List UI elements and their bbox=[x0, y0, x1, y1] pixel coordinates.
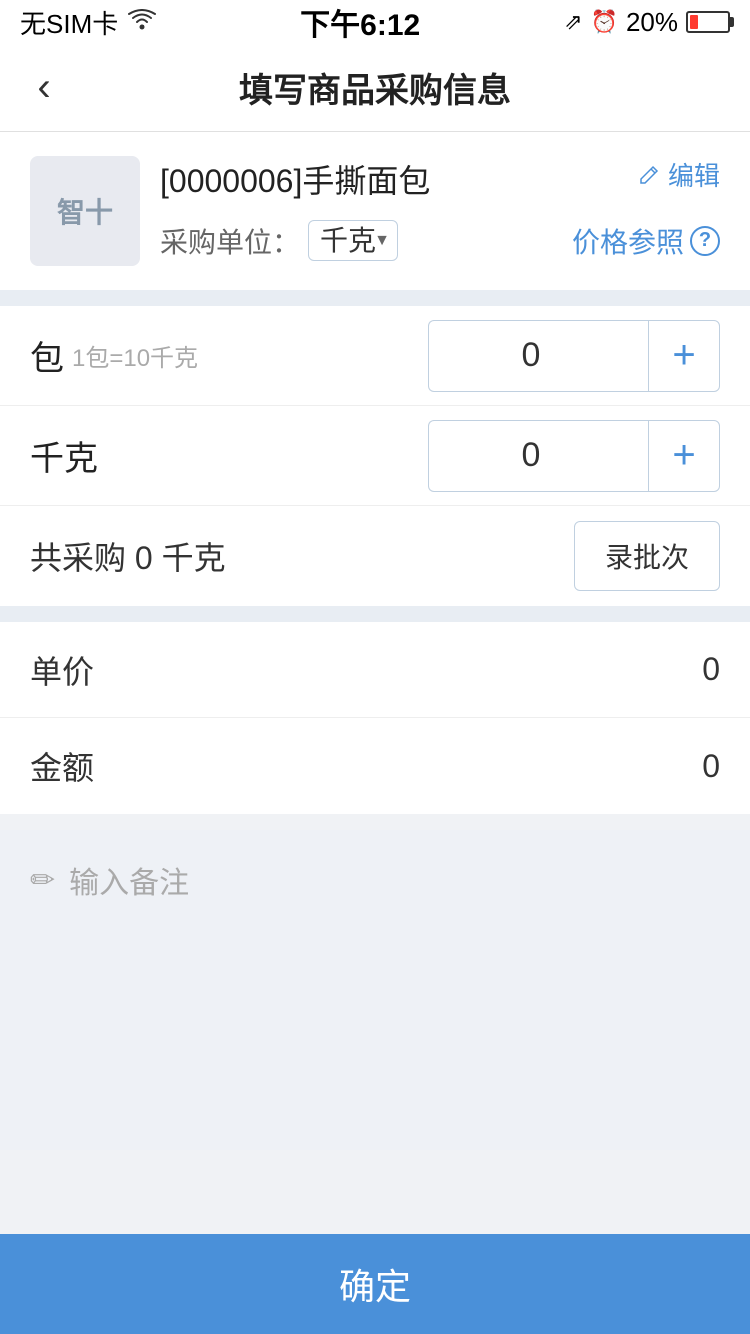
kg-input-wrapper: + bbox=[428, 420, 720, 492]
alarm-icon: ⏰ bbox=[591, 9, 618, 35]
nav-bar: ‹ 填写商品采购信息 bbox=[0, 44, 750, 132]
bag-input-row: 包 1包=10千克 + bbox=[0, 306, 750, 406]
section-divider-2 bbox=[0, 606, 750, 622]
kg-label: 千克 bbox=[30, 431, 98, 480]
product-info: [0000006]手撕面包 编辑 采购单位： 千克 包 bbox=[160, 156, 720, 261]
notes-placeholder: 输入备注 bbox=[69, 858, 189, 902]
unit-price-row: 单价 0 bbox=[0, 622, 750, 718]
kg-input[interactable] bbox=[428, 420, 648, 492]
product-unit-row: 采购单位： 千克 包 价格参照 ? bbox=[160, 220, 720, 261]
amount-row: 金额 0 bbox=[0, 718, 750, 814]
kg-input-row: 千克 + bbox=[0, 406, 750, 506]
quantity-section: 包 1包=10千克 + 千克 + 共采购 0 千克 录批次 bbox=[0, 306, 750, 606]
bag-input-wrapper: + bbox=[428, 320, 720, 392]
product-top-row: [0000006]手撕面包 编辑 bbox=[160, 156, 720, 202]
status-bar: 无SIM卡 下午6:12 ⇗ ⏰ 20% bbox=[0, 0, 750, 44]
product-card: 智十 [0000006]手撕面包 编辑 采购单位： 千克 包 bbox=[0, 132, 750, 290]
bag-input[interactable] bbox=[428, 320, 648, 392]
notes-section[interactable]: ✏ 输入备注 bbox=[0, 830, 750, 930]
page-title: 填写商品采购信息 bbox=[239, 63, 511, 112]
product-image: 智十 bbox=[30, 156, 140, 266]
unit-price-value: 0 bbox=[702, 651, 720, 688]
amount-value: 0 bbox=[702, 748, 720, 785]
status-left: 无SIM卡 bbox=[20, 4, 156, 41]
location-icon: ⇗ bbox=[564, 9, 582, 35]
unit-select-wrapper[interactable]: 千克 包 bbox=[308, 220, 398, 261]
confirm-button[interactable]: 确定 bbox=[0, 1234, 750, 1334]
battery-icon bbox=[686, 11, 730, 33]
bag-label: 包 bbox=[30, 331, 64, 380]
kg-plus-button[interactable]: + bbox=[648, 420, 720, 492]
bottom-spacer bbox=[0, 930, 750, 1150]
edit-button[interactable]: 编辑 bbox=[638, 156, 720, 193]
unit-label: 采购单位： bbox=[160, 221, 300, 261]
wifi-icon bbox=[128, 7, 156, 38]
total-label: 共采购 0 千克 bbox=[30, 533, 226, 579]
back-button[interactable]: ‹ bbox=[0, 44, 88, 132]
unit-price-label: 单价 bbox=[30, 647, 94, 693]
bag-plus-button[interactable]: + bbox=[648, 320, 720, 392]
price-ref-button[interactable]: 价格参照 ? bbox=[572, 221, 720, 261]
product-logo: 智十 bbox=[57, 191, 113, 231]
unit-select[interactable]: 千克 包 bbox=[308, 220, 398, 261]
price-section: 单价 0 金额 0 bbox=[0, 622, 750, 814]
battery-percent: 20% bbox=[626, 7, 678, 38]
bag-sublabel: 1包=10千克 bbox=[72, 338, 428, 373]
amount-label: 金额 bbox=[30, 743, 94, 789]
product-name: [0000006]手撕面包 bbox=[160, 156, 430, 202]
status-right: ⇗ ⏰ 20% bbox=[564, 7, 730, 38]
price-ref-icon: ? bbox=[690, 226, 720, 256]
carrier-text: 无SIM卡 bbox=[20, 4, 118, 41]
pencil-icon: ✏ bbox=[30, 863, 55, 898]
section-divider-1 bbox=[0, 290, 750, 306]
record-batch-button[interactable]: 录批次 bbox=[574, 521, 720, 591]
status-time: 下午6:12 bbox=[300, 0, 420, 44]
total-row: 共采购 0 千克 录批次 bbox=[0, 506, 750, 606]
